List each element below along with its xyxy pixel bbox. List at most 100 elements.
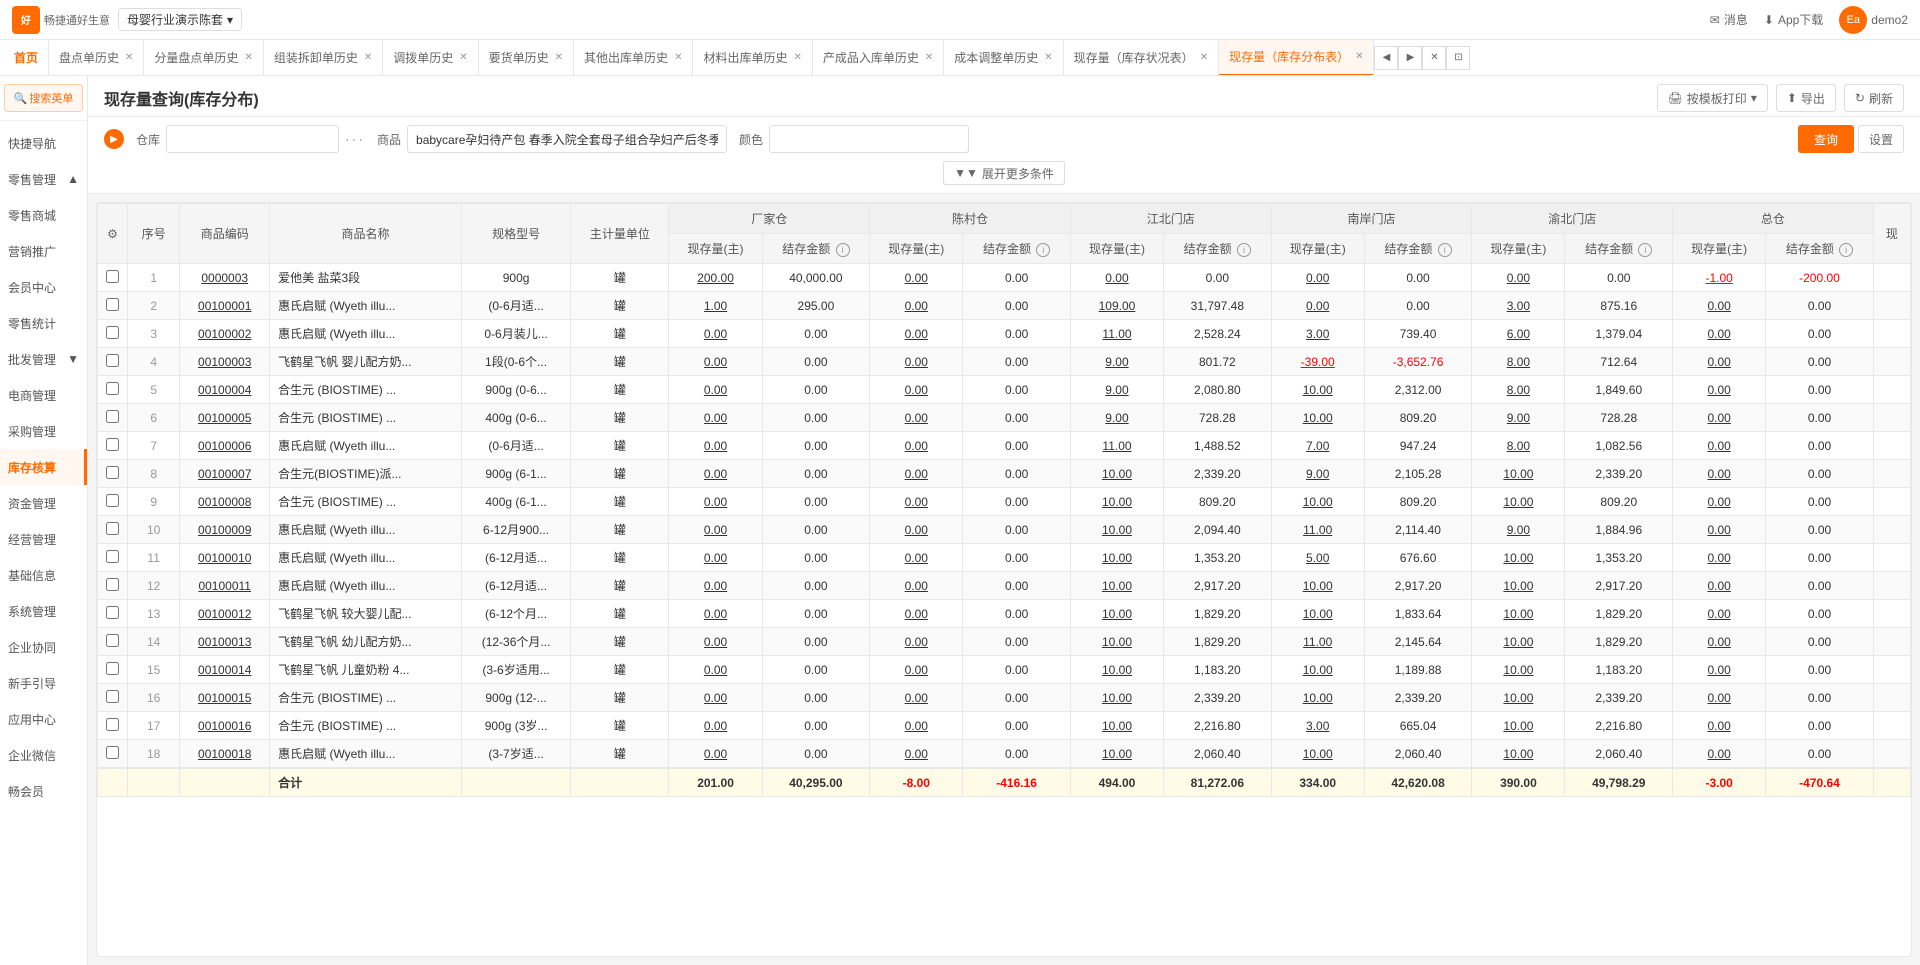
info-icon[interactable]: i <box>836 243 850 257</box>
row-t-stock[interactable]: 0.00 <box>1673 712 1766 740</box>
user-area[interactable]: Ea demo2 <box>1839 6 1908 34</box>
row-f-stock[interactable]: 0.00 <box>669 740 762 769</box>
store-selector[interactable]: 母婴行业演示陈套 ▾ <box>118 8 242 31</box>
row-checkbox[interactable] <box>98 516 128 544</box>
tab-xiancun-status[interactable]: 现存量（库存状况表） ✕ <box>1064 40 1219 76</box>
row-f-stock[interactable]: 0.00 <box>669 376 762 404</box>
row-check[interactable] <box>106 438 119 451</box>
row-t-stock[interactable]: 0.00 <box>1673 376 1766 404</box>
tab-chenchengpin[interactable]: 产成品入库单历史 ✕ <box>813 40 944 76</box>
row-na-stock[interactable]: 10.00 <box>1271 376 1364 404</box>
sidebar-item-qiyewx[interactable]: 企业微信 <box>0 737 87 773</box>
sidebar-item-quick-nav[interactable]: 快捷导航 <box>0 125 87 161</box>
row-na-stock[interactable]: 11.00 <box>1271 628 1364 656</box>
row-check[interactable] <box>106 382 119 395</box>
close-icon[interactable]: ✕ <box>1200 52 1208 63</box>
row-checkbox[interactable] <box>98 488 128 516</box>
row-f-stock[interactable]: 0.00 <box>669 320 762 348</box>
info-icon[interactable]: i <box>1036 243 1050 257</box>
row-na-stock[interactable]: 7.00 <box>1271 432 1364 460</box>
row-yb-stock[interactable]: 10.00 <box>1472 656 1565 684</box>
row-c-stock[interactable]: 0.00 <box>870 684 963 712</box>
row-checkbox[interactable] <box>98 320 128 348</box>
sidebar-item-yingyongzx[interactable]: 应用中心 <box>0 701 87 737</box>
row-f-stock[interactable]: 0.00 <box>669 516 762 544</box>
row-yb-stock[interactable]: 0.00 <box>1472 264 1565 292</box>
row-c-stock[interactable]: 0.00 <box>870 572 963 600</box>
row-na-stock[interactable]: 9.00 <box>1271 460 1364 488</box>
row-yb-stock[interactable]: 10.00 <box>1472 712 1565 740</box>
sidebar-item-lingshoustatj[interactable]: 零售统计 <box>0 305 87 341</box>
close-icon[interactable]: ✕ <box>1044 52 1052 63</box>
row-na-stock[interactable]: 10.00 <box>1271 740 1364 769</box>
sidebar-item-yxtuiguang[interactable]: 营销推广 <box>0 233 87 269</box>
tab-diaobodanls[interactable]: 调拨单历史 ✕ <box>383 40 478 76</box>
row-checkbox[interactable] <box>98 572 128 600</box>
row-na-stock[interactable]: 10.00 <box>1271 684 1364 712</box>
row-jb-stock[interactable]: 10.00 <box>1070 460 1163 488</box>
info-icon[interactable]: i <box>1438 243 1452 257</box>
close-icon[interactable]: ✕ <box>925 52 933 63</box>
row-checkbox[interactable] <box>98 404 128 432</box>
tab-close-all-btn[interactable]: ✕ <box>1422 46 1446 70</box>
message-link[interactable]: ✉ 消息 <box>1710 11 1748 28</box>
row-c-stock[interactable]: 0.00 <box>870 544 963 572</box>
sidebar-item-caigou[interactable]: 采购管理 <box>0 413 87 449</box>
row-check[interactable] <box>106 578 119 591</box>
goods-input[interactable] <box>407 125 727 153</box>
row-t-stock[interactable]: 0.00 <box>1673 628 1766 656</box>
row-t-stock[interactable]: 0.00 <box>1673 460 1766 488</box>
row-yb-stock[interactable]: 6.00 <box>1472 320 1565 348</box>
close-icon[interactable]: ✕ <box>364 52 372 63</box>
sidebar-item-xinshouyindao[interactable]: 新手引导 <box>0 665 87 701</box>
tab-pandian[interactable]: 盘点单历史 ✕ <box>49 40 144 76</box>
gear-icon[interactable]: ⚙ <box>107 227 118 241</box>
row-check[interactable] <box>106 326 119 339</box>
row-jb-stock[interactable]: 10.00 <box>1070 684 1163 712</box>
row-checkbox[interactable] <box>98 292 128 320</box>
row-check[interactable] <box>106 634 119 647</box>
row-f-stock[interactable]: 0.00 <box>669 572 762 600</box>
close-icon[interactable]: ✕ <box>125 52 133 63</box>
row-c-stock[interactable]: 0.00 <box>870 628 963 656</box>
row-yb-stock[interactable]: 10.00 <box>1472 684 1565 712</box>
row-na-stock[interactable]: 11.00 <box>1271 516 1364 544</box>
row-f-stock[interactable]: 200.00 <box>669 264 762 292</box>
close-icon[interactable]: ✕ <box>459 52 467 63</box>
row-check[interactable] <box>106 718 119 731</box>
row-c-stock[interactable]: 0.00 <box>870 600 963 628</box>
sidebar-item-changhyuan[interactable]: 畅会员 <box>0 773 87 809</box>
tab-chenbengtj[interactable]: 成本调整单历史 ✕ <box>944 40 1063 76</box>
query-btn[interactable]: 查询 <box>1798 125 1854 153</box>
tab-qitachuku[interactable]: 其他出库单历史 ✕ <box>574 40 693 76</box>
sidebar-item-kucunhs[interactable]: 库存核算 <box>0 449 87 485</box>
row-checkbox[interactable] <box>98 376 128 404</box>
row-jb-stock[interactable]: 109.00 <box>1070 292 1163 320</box>
row-yb-stock[interactable]: 10.00 <box>1472 740 1565 769</box>
row-check[interactable] <box>106 662 119 675</box>
row-jb-stock[interactable]: 10.00 <box>1070 544 1163 572</box>
row-f-stock[interactable]: 0.00 <box>669 544 762 572</box>
row-check[interactable] <box>106 690 119 703</box>
row-check[interactable] <box>106 522 119 535</box>
warehouse-input[interactable] <box>166 125 339 153</box>
row-checkbox[interactable] <box>98 740 128 769</box>
row-na-stock[interactable]: 3.00 <box>1271 712 1364 740</box>
row-yb-stock[interactable]: 10.00 <box>1472 572 1565 600</box>
row-f-stock[interactable]: 0.00 <box>669 348 762 376</box>
row-na-stock[interactable]: 10.00 <box>1271 404 1364 432</box>
row-jb-stock[interactable]: 11.00 <box>1070 432 1163 460</box>
info-icon[interactable]: i <box>1839 243 1853 257</box>
row-na-stock[interactable]: 10.00 <box>1271 600 1364 628</box>
row-yb-stock[interactable]: 10.00 <box>1472 460 1565 488</box>
row-t-stock[interactable]: 0.00 <box>1673 740 1766 769</box>
row-c-stock[interactable]: 0.00 <box>870 656 963 684</box>
close-icon[interactable]: ✕ <box>244 52 252 63</box>
row-c-stock[interactable]: 0.00 <box>870 432 963 460</box>
refresh-btn[interactable]: ↻ 刷新 <box>1844 84 1904 112</box>
setting-btn[interactable]: 设置 <box>1858 125 1904 153</box>
sidebar-item-zijin[interactable]: 资金管理 <box>0 485 87 521</box>
row-c-stock[interactable]: 0.00 <box>870 740 963 769</box>
sidebar-item-jingying[interactable]: 经营管理 <box>0 521 87 557</box>
row-t-stock[interactable]: 0.00 <box>1673 516 1766 544</box>
